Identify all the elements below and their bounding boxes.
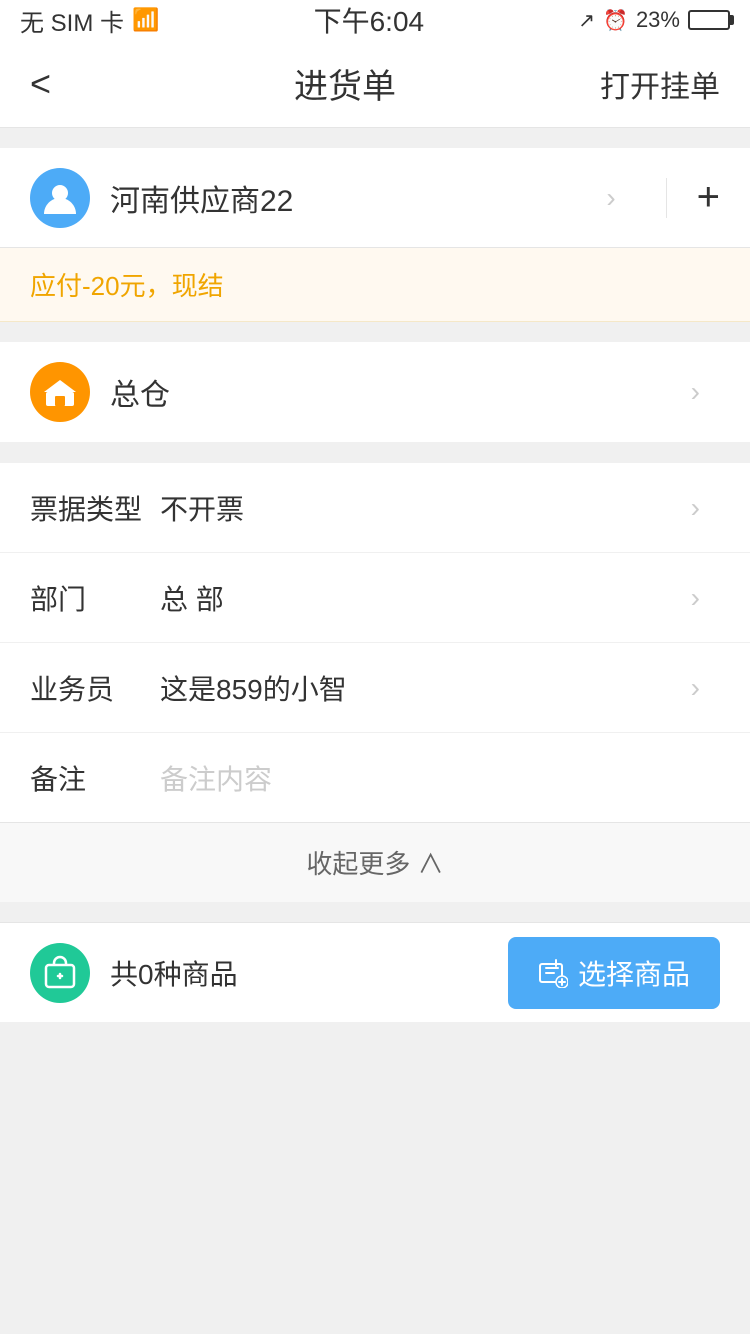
status-left: 无 SIM 卡 📶 [20, 3, 159, 38]
warehouse-section: 总仓 › [0, 342, 750, 442]
salesperson-chevron-icon: › [691, 672, 700, 704]
product-section: 共0种商品 选择商品 [0, 922, 750, 1022]
carrier-label: 无 SIM 卡 [20, 3, 124, 38]
wifi-icon: 📶 [132, 7, 159, 33]
remark-row[interactable]: 备注 备注内容 [0, 732, 750, 822]
select-product-label: 选择商品 [578, 953, 690, 993]
supplier-avatar [30, 168, 90, 228]
ticket-type-label: 票据类型 [30, 488, 150, 528]
product-count-label: 共0种商品 [90, 953, 508, 993]
vertical-divider [666, 178, 667, 218]
time-label: 下午6:04 [314, 0, 425, 40]
page-background [0, 1022, 750, 1322]
back-button[interactable]: < [30, 63, 90, 105]
divider-2 [0, 442, 750, 462]
warehouse-chevron-icon: › [691, 376, 700, 408]
department-label: 部门 [30, 578, 150, 618]
warehouse-row[interactable]: 总仓 › [0, 342, 750, 442]
ticket-type-value: 不开票 [150, 488, 691, 528]
supplier-chevron-icon: › [606, 182, 615, 214]
warehouse-icon [30, 362, 90, 422]
product-footer: 共0种商品 选择商品 [0, 922, 750, 1022]
page-title: 进货单 [294, 59, 396, 108]
supplier-section: 河南供应商22 › + 应付-20元，现结 [0, 148, 750, 322]
product-icon [30, 943, 90, 1003]
remark-label: 备注 [30, 758, 150, 798]
add-supplier-button[interactable]: + [697, 175, 720, 220]
status-right: ↗ ⏰ 23% [578, 7, 730, 33]
divider-1 [0, 322, 750, 342]
select-product-icon [538, 958, 568, 988]
supplier-name: 河南供应商22 [110, 176, 586, 220]
battery-icon [688, 10, 730, 30]
salesperson-row[interactable]: 业务员 这是859的小智 › [0, 642, 750, 732]
salesperson-label: 业务员 [30, 668, 150, 708]
salesperson-value: 这是859的小智 [150, 668, 691, 708]
supplier-row[interactable]: 河南供应商22 › + [0, 148, 750, 248]
ticket-type-chevron-icon: › [691, 492, 700, 524]
notice-banner: 应付-20元，现结 [0, 248, 750, 322]
form-section: 票据类型 不开票 › 部门 总 部 › 业务员 这是859的小智 › 备注 备注… [0, 462, 750, 902]
department-chevron-icon: › [691, 582, 700, 614]
department-row[interactable]: 部门 总 部 › [0, 552, 750, 642]
status-bar: 无 SIM 卡 📶 下午6:04 ↗ ⏰ 23% [0, 0, 750, 40]
ticket-type-row[interactable]: 票据类型 不开票 › [0, 462, 750, 552]
remark-input[interactable]: 备注内容 [150, 758, 720, 798]
divider-top [0, 128, 750, 148]
location-icon: ↗ [578, 8, 595, 33]
open-pending-button[interactable]: 打开挂单 [600, 62, 720, 106]
alarm-icon: ⏰ [603, 8, 628, 33]
department-value: 总 部 [150, 578, 691, 618]
battery-percent: 23% [636, 7, 680, 33]
nav-bar: < 进货单 打开挂单 [0, 40, 750, 128]
warehouse-name: 总仓 [110, 370, 671, 414]
select-product-button[interactable]: 选择商品 [508, 937, 720, 1009]
collapse-button[interactable]: 收起更多 ∧ [0, 822, 750, 902]
